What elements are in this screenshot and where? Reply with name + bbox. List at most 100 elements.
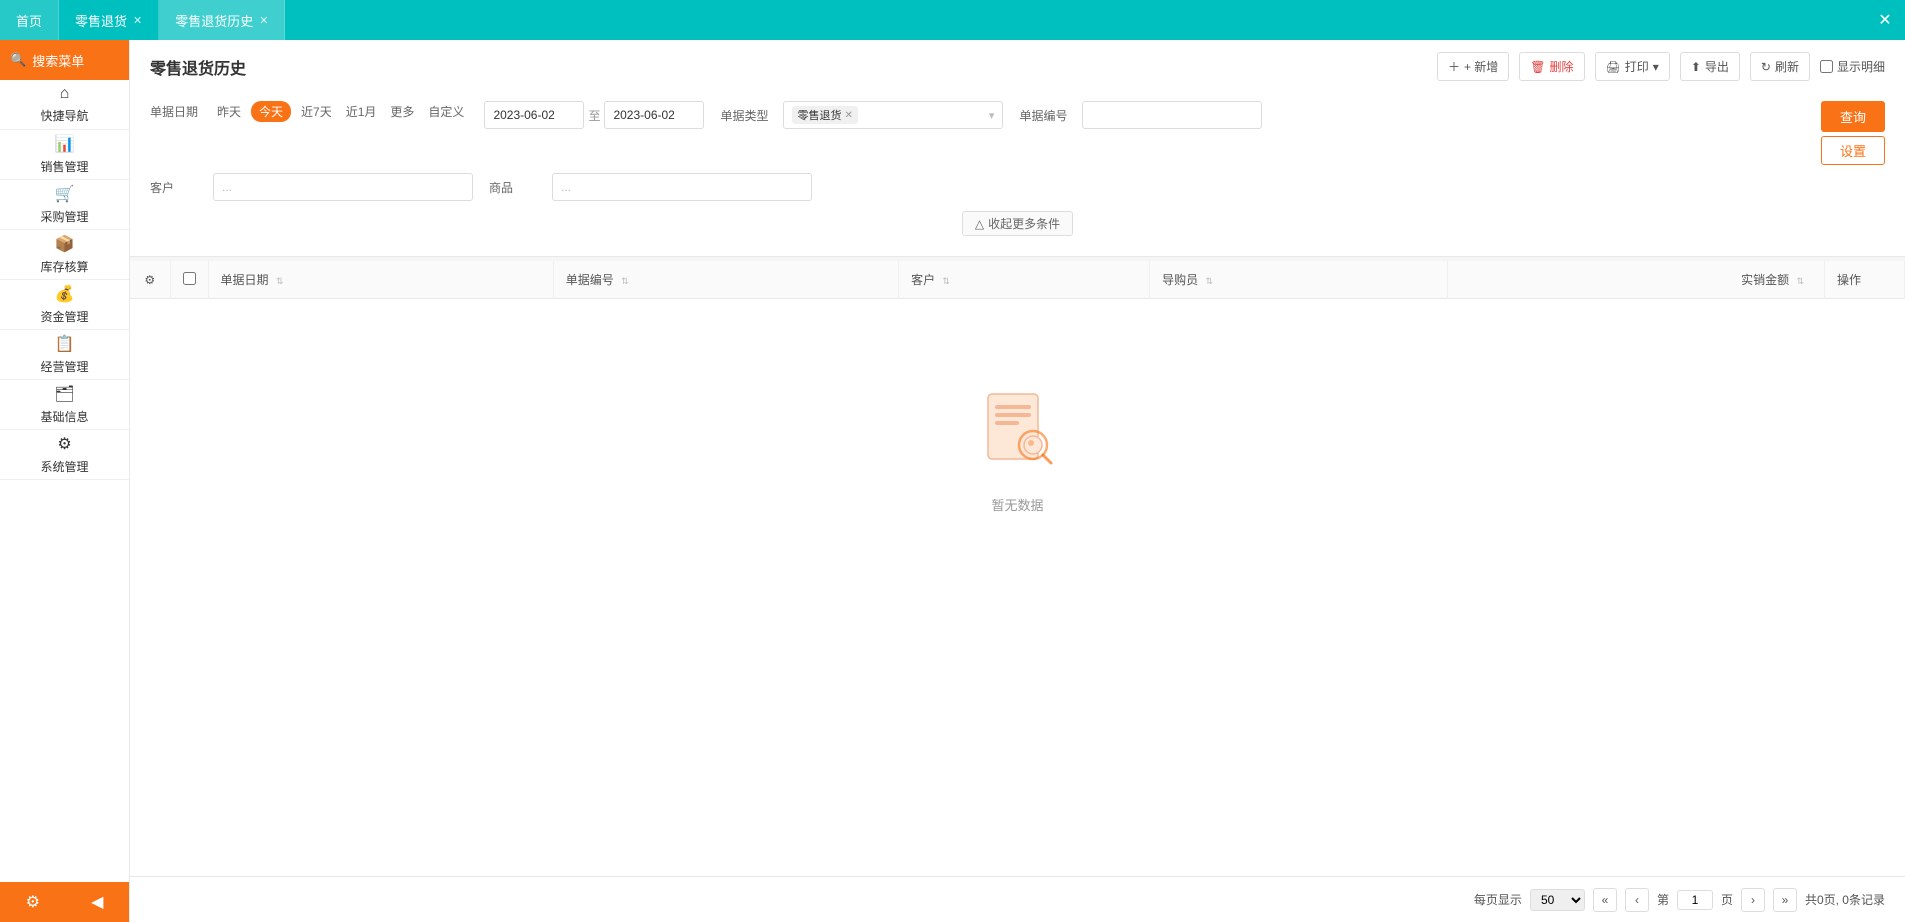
search-menu-bar[interactable]: 🔍 搜索菜单 <box>0 40 129 80</box>
add-button[interactable]: ＋ + 新增 <box>1437 52 1509 81</box>
col-customer[interactable]: 客户 ⇅ <box>899 261 1150 299</box>
col-date[interactable]: 单据日期 ⇅ <box>208 261 553 299</box>
pagination-bar: 每页显示 10 20 50 100 « ‹ 第 页 › » 共0页, 0条记录 <box>130 876 1905 922</box>
print-label: 打印 <box>1625 58 1649 75</box>
sidebar-bottom-bar: ⚙ ◀ <box>0 882 129 922</box>
query-button[interactable]: 查询 <box>1821 101 1885 132</box>
export-button[interactable]: ⬆ 导出 <box>1680 52 1740 81</box>
search-icon: 🔍 <box>10 52 26 68</box>
sidebar-item-purchase-label: 采购管理 <box>40 208 88 225</box>
main-layout: 🔍 搜索菜单 ⌂ 快捷导航 📊 销售管理 🛒 采购管理 📦 库存核算 💰 <box>0 40 1905 922</box>
export-label: 导出 <box>1705 58 1729 75</box>
col-amount-sort[interactable]: ⇅ <box>1796 276 1804 286</box>
total-records: 共0页, 0条记录 <box>1805 891 1885 908</box>
tab-home[interactable]: 首页 <box>0 0 59 40</box>
prev-page-button[interactable]: ‹ <box>1625 888 1649 912</box>
sidebar-item-sales-label: 销售管理 <box>40 158 88 175</box>
col-settings[interactable]: ⚙ <box>130 261 170 299</box>
tab-retail-return-history[interactable]: 零售退货历史 ✕ <box>159 0 285 40</box>
sidebar-item-sales[interactable]: 📊 销售管理 <box>0 130 129 180</box>
col-date-sort[interactable]: ⇅ <box>276 276 284 286</box>
last-page-button[interactable]: » <box>1773 888 1797 912</box>
add-icon: ＋ <box>1448 58 1460 75</box>
sidebar-item-basicinfo[interactable]: 🗂 基础信息 <box>0 380 129 430</box>
next-page-button[interactable]: › <box>1741 888 1765 912</box>
date-btn-today[interactable]: 今天 <box>251 101 291 122</box>
goods-select[interactable]: ... <box>552 173 812 201</box>
col-number[interactable]: 单据编号 ⇅ <box>553 261 898 299</box>
set-button[interactable]: 设置 <box>1821 136 1885 165</box>
show-detail-label: 显示明细 <box>1837 58 1885 75</box>
date-from-input[interactable] <box>484 101 584 129</box>
col-action: 操作 <box>1825 261 1905 299</box>
system-icon: ⚙ <box>57 434 71 454</box>
refresh-label: 刷新 <box>1775 58 1799 75</box>
inventory-icon: 📦 <box>55 234 75 254</box>
page-size-select[interactable]: 10 20 50 100 <box>1530 889 1585 911</box>
col-guide[interactable]: 导购员 ⇅ <box>1150 261 1448 299</box>
date-btn-custom[interactable]: 自定义 <box>424 101 468 122</box>
col-customer-sort[interactable]: ⇅ <box>942 276 950 286</box>
collapse-up-icon: △ <box>975 217 984 231</box>
number-input[interactable] <box>1082 101 1262 129</box>
sidebar-item-purchase[interactable]: 🛒 采购管理 <box>0 180 129 230</box>
col-number-sort[interactable]: ⇅ <box>621 276 629 286</box>
tab-retail-return-close[interactable]: ✕ <box>133 14 142 27</box>
page-title-row: 零售退货历史 ＋ + 新增 🗑 删除 🖨 打印 ▾ <box>150 52 1885 81</box>
tab-home-label: 首页 <box>16 11 42 30</box>
show-detail-checkbox[interactable] <box>1820 60 1833 73</box>
refresh-button[interactable]: ↻ 刷新 <box>1750 52 1810 81</box>
tab-list: 首页 零售退货 ✕ 零售退货历史 ✕ <box>0 0 1865 40</box>
page-label: 第 <box>1657 891 1669 908</box>
export-icon: ⬆ <box>1691 60 1701 74</box>
page-header: 零售退货历史 ＋ + 新增 🗑 删除 🖨 打印 ▾ <box>130 40 1905 257</box>
select-all-checkbox[interactable] <box>183 272 196 285</box>
goods-label: 商品 <box>489 179 544 196</box>
col-checkbox[interactable] <box>170 261 208 299</box>
collapse-filter-button[interactable]: △ 收起更多条件 <box>962 211 1073 236</box>
col-guide-sort[interactable]: ⇅ <box>1205 276 1213 286</box>
collapse-sidebar-icon[interactable]: ◀ <box>91 892 103 912</box>
col-amount-label: 实销金额 <box>1741 273 1789 287</box>
date-btn-7days[interactable]: 近7天 <box>297 101 336 122</box>
sidebar-item-inventory[interactable]: 📦 库存核算 <box>0 230 129 280</box>
print-icon: 🖨 <box>1606 60 1621 74</box>
tab-retail-return[interactable]: 零售退货 ✕ <box>59 0 159 40</box>
type-tag-remove[interactable]: ✕ <box>844 110 852 121</box>
col-action-label: 操作 <box>1837 273 1861 287</box>
date-label: 单据日期 <box>150 103 205 120</box>
date-btn-more[interactable]: 更多 <box>386 101 418 122</box>
tab-retail-return-label: 零售退货 <box>75 11 127 30</box>
date-btn-yesterday[interactable]: 昨天 <box>213 101 245 122</box>
goods-ellipsis: ... <box>561 180 571 194</box>
delete-button[interactable]: 🗑 删除 <box>1519 52 1584 81</box>
main-content: 零售退货历史 ＋ + 新增 🗑 删除 🖨 打印 ▾ <box>130 40 1905 922</box>
sidebar-item-quicknav[interactable]: ⌂ 快捷导航 <box>0 80 129 130</box>
window-close-button[interactable]: ✕ <box>1865 0 1905 40</box>
sidebar-item-finance[interactable]: 💰 资金管理 <box>0 280 129 330</box>
customer-select[interactable]: ... <box>213 173 473 201</box>
first-page-button[interactable]: « <box>1593 888 1617 912</box>
sidebar-item-finance-label: 资金管理 <box>40 308 88 325</box>
print-button[interactable]: 🖨 打印 ▾ <box>1595 52 1670 81</box>
col-amount[interactable]: 实销金额 ⇅ <box>1448 261 1825 299</box>
empty-state: 暂无数据 <box>130 299 1905 594</box>
finance-icon: 💰 <box>55 284 75 304</box>
show-detail-checkbox-label[interactable]: 显示明细 <box>1820 58 1885 75</box>
type-select[interactable]: 零售退货 ✕ ▾ <box>783 101 1003 129</box>
date-btn-1month[interactable]: 近1月 <box>342 101 381 122</box>
sidebar-item-operations[interactable]: 📋 经营管理 <box>0 330 129 380</box>
tab-retail-return-history-close[interactable]: ✕ <box>259 14 268 27</box>
sidebar-item-system[interactable]: ⚙ 系统管理 <box>0 430 129 480</box>
table-container: ⚙ 单据日期 ⇅ 单据编号 ⇅ <box>130 261 1905 876</box>
page-of-label: 页 <box>1721 891 1733 908</box>
data-table: ⚙ 单据日期 ⇅ 单据编号 ⇅ <box>130 261 1905 299</box>
sidebar-item-basicinfo-label: 基础信息 <box>40 408 88 425</box>
date-to-input[interactable] <box>604 101 704 129</box>
page-number-input[interactable] <box>1677 890 1713 910</box>
sidebar-item-inventory-label: 库存核算 <box>40 258 88 275</box>
settings-bottom-icon[interactable]: ⚙ <box>26 892 40 912</box>
add-label: + 新增 <box>1464 58 1498 75</box>
collapse-label: 收起更多条件 <box>988 215 1060 232</box>
quicknav-icon: ⌂ <box>60 85 70 103</box>
